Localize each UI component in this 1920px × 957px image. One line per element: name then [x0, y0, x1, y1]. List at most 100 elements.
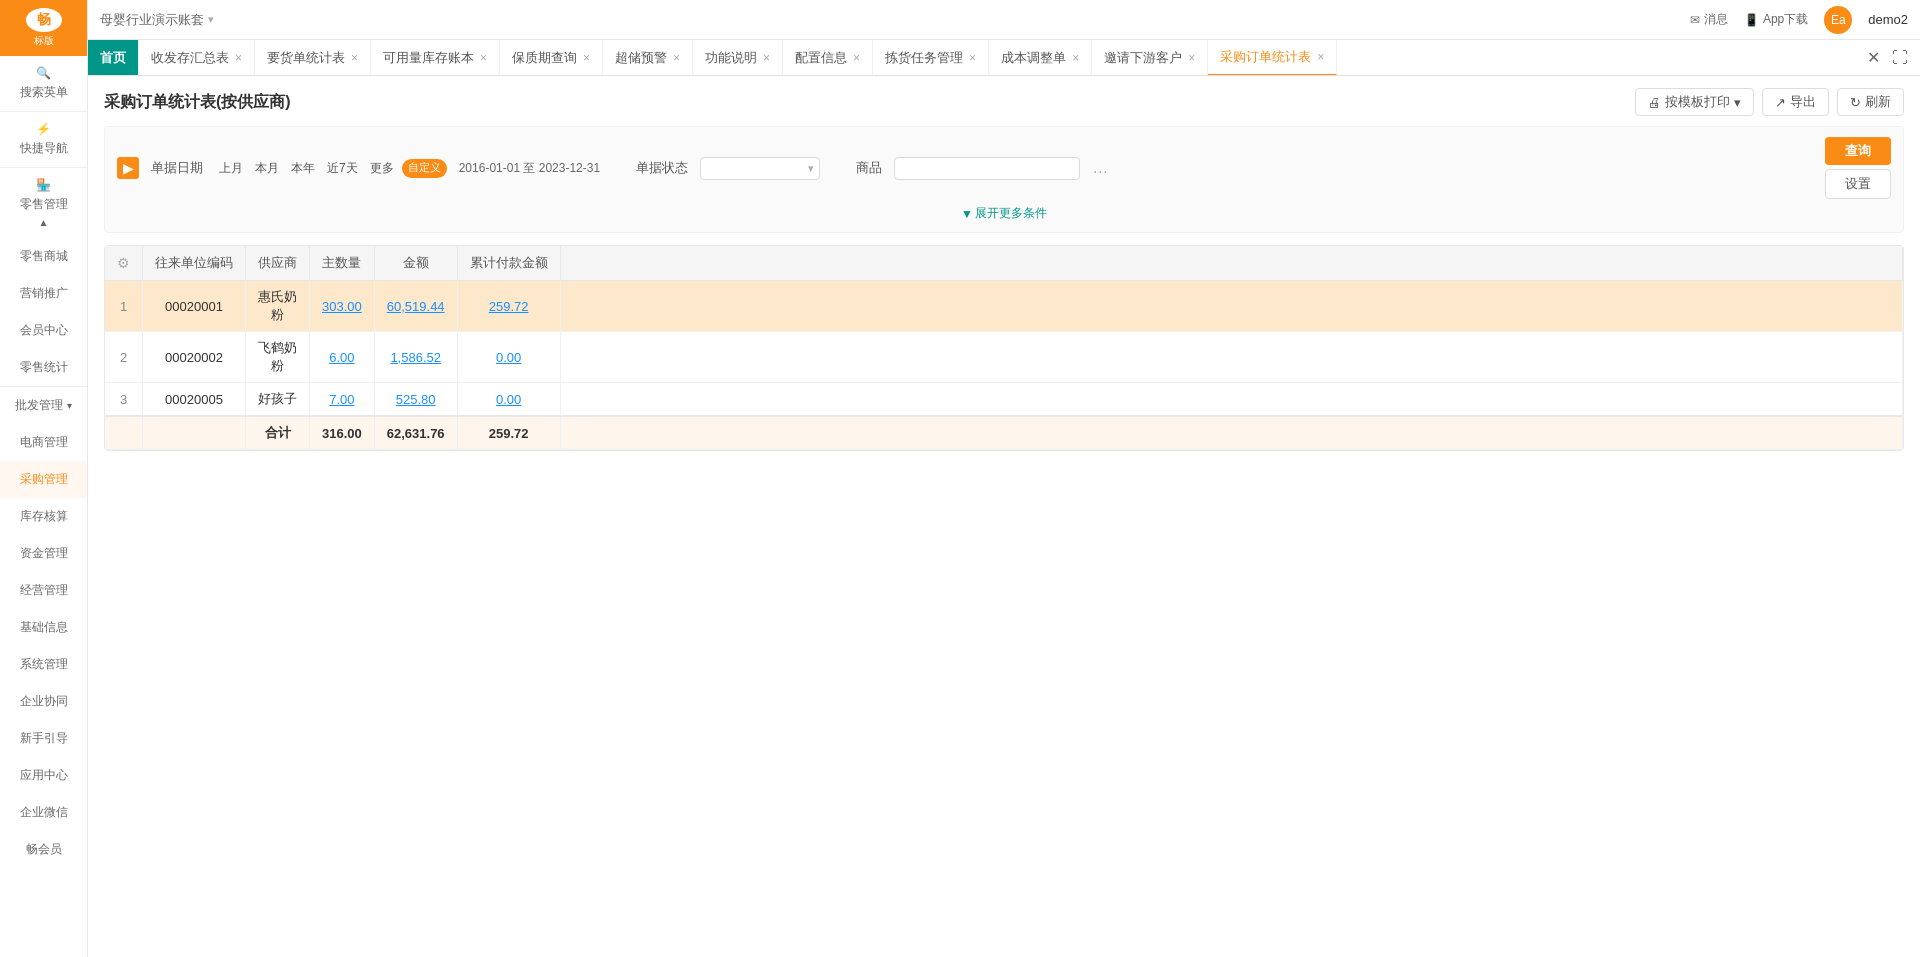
paid-value[interactable]: 259.72: [457, 281, 560, 332]
sidebar-item-retail-stats[interactable]: 零售统计: [0, 349, 87, 386]
tab-close-icon[interactable]: ×: [583, 52, 590, 64]
app-label: App下载: [1763, 11, 1808, 28]
tab-label: 可用量库存账本: [383, 49, 474, 67]
tab-close-icon[interactable]: ×: [351, 52, 358, 64]
tab-expiry-query[interactable]: 保质期查询 ×: [500, 40, 603, 76]
sidebar-item-operation[interactable]: 经营管理: [0, 572, 87, 609]
sidebar-item-search[interactable]: 🔍 搜索英单: [0, 56, 87, 112]
logo-icon: 畅: [26, 8, 62, 32]
filter-toggle-button[interactable]: ▶: [117, 157, 139, 179]
tab-receive-send[interactable]: 收发存汇总表 ×: [139, 40, 255, 76]
filter-more-icon[interactable]: …: [1092, 159, 1108, 177]
paid-value[interactable]: 0.00: [457, 332, 560, 383]
sidebar-item-finance[interactable]: 资金管理: [0, 535, 87, 572]
tab-close-icon[interactable]: ×: [853, 52, 860, 64]
close-tab-btn[interactable]: ✕: [1863, 46, 1884, 69]
app-download-button[interactable]: 📱 App下载: [1744, 11, 1808, 28]
sidebar-item-retail-mall[interactable]: 零售商城: [0, 238, 87, 275]
qty-value[interactable]: 7.00: [310, 383, 375, 417]
footer-empty: [143, 416, 246, 450]
tab-label: 拣货任务管理: [885, 49, 963, 67]
sidebar-item-retail[interactable]: 🏪 零售管理 ▲: [0, 168, 87, 238]
shortcut-this-month[interactable]: 本月: [251, 159, 283, 178]
sidebar-item-newbie[interactable]: 新手引导: [0, 720, 87, 757]
workspace-selector[interactable]: 母婴行业演示账套 ▾: [100, 11, 1682, 29]
shortcut-more[interactable]: 更多: [366, 159, 398, 178]
tab-close-icon[interactable]: ×: [235, 52, 242, 64]
tab-pick-task[interactable]: 拣货任务管理 ×: [873, 40, 989, 76]
status-select[interactable]: [700, 157, 820, 180]
topbar-right: ✉ 消息 📱 App下载 Ea demo2: [1690, 6, 1908, 34]
supplier-code: 00020005: [143, 383, 246, 417]
table-footer: 合计 316.00 62,631.76 259.72: [105, 416, 1903, 450]
app-logo: 畅 标版: [0, 0, 87, 56]
query-button[interactable]: 查询: [1825, 137, 1891, 165]
qty-value[interactable]: 6.00: [310, 332, 375, 383]
tab-close-icon[interactable]: ×: [1072, 52, 1079, 64]
shortcut-7days[interactable]: 近7天: [323, 159, 362, 178]
sidebar-item-label: 快捷导航: [20, 140, 68, 157]
username-label[interactable]: demo2: [1868, 12, 1908, 27]
maximize-tab-btn[interactable]: ⛶: [1888, 47, 1912, 69]
tab-close-icon[interactable]: ×: [763, 52, 770, 64]
tab-close-icon[interactable]: ×: [673, 52, 680, 64]
print-button[interactable]: 🖨 按模板打印 ▾: [1635, 88, 1754, 116]
sidebar-item-label: 系统管理: [20, 656, 68, 673]
tab-close-icon[interactable]: ×: [1317, 51, 1324, 63]
settings-button[interactable]: 设置: [1825, 169, 1891, 199]
sidebar-item-wechat[interactable]: 企业微信: [0, 794, 87, 831]
date-filter-label: 单据日期: [151, 159, 203, 177]
sidebar-item-ecommerce[interactable]: 电商管理: [0, 424, 87, 461]
sidebar-item-sys-mgmt[interactable]: 系统管理: [0, 646, 87, 683]
sidebar-item-label: 应用中心: [20, 767, 68, 784]
table-row[interactable]: 3 00020005 好孩子 7.00 525.80 0.00: [105, 383, 1903, 417]
sidebar-item-app-center[interactable]: 应用中心: [0, 757, 87, 794]
tab-close-icon[interactable]: ×: [969, 52, 976, 64]
table-row[interactable]: 1 00020001 惠氏奶粉 303.00 60,519.44 259.72: [105, 281, 1903, 332]
sidebar-item-purchase[interactable]: 采购管理: [0, 461, 87, 498]
tab-close-icon[interactable]: ×: [480, 52, 487, 64]
paid-value[interactable]: 0.00: [457, 383, 560, 417]
sidebar-item-member[interactable]: 会员中心: [0, 312, 87, 349]
tab-function-desc[interactable]: 功能说明 ×: [693, 40, 783, 76]
sidebar-item-enterprise[interactable]: 企业协同: [0, 683, 87, 720]
tab-invite-downstream[interactable]: 邀请下游客户 ×: [1092, 40, 1208, 76]
sidebar-item-vip[interactable]: 畅会员: [0, 831, 87, 868]
tab-home[interactable]: 首页: [88, 40, 139, 76]
sidebar-item-inventory[interactable]: 库存核算: [0, 498, 87, 535]
tab-overstock[interactable]: 超储预警 ×: [603, 40, 693, 76]
tab-inventory-account[interactable]: 可用量库存账本 ×: [371, 40, 500, 76]
extra-col: [560, 383, 1902, 417]
tab-label: 保质期查询: [512, 49, 577, 67]
shortcut-last-month[interactable]: 上月: [215, 159, 247, 178]
sidebar-item-wholesale[interactable]: 批发管理 ▾: [0, 387, 87, 424]
column-settings-icon[interactable]: ⚙: [117, 255, 130, 271]
supplier-code: 00020002: [143, 332, 246, 383]
amount-value[interactable]: 60,519.44: [374, 281, 457, 332]
sidebar-item-marketing[interactable]: 营销推广: [0, 275, 87, 312]
amount-value[interactable]: 525.80: [374, 383, 457, 417]
tab-cost-adjust[interactable]: 成本调整单 ×: [989, 40, 1092, 76]
message-button[interactable]: ✉ 消息: [1690, 11, 1728, 28]
shortcut-this-year[interactable]: 本年: [287, 159, 319, 178]
custom-date-badge[interactable]: 自定义: [402, 159, 447, 178]
footer-amount: 62,631.76: [374, 416, 457, 450]
tab-close-icon[interactable]: ×: [1188, 52, 1195, 64]
export-button[interactable]: ↗ 导出: [1762, 88, 1829, 116]
expand-more-button[interactable]: ▼ 展开更多条件: [961, 205, 1047, 222]
amount-value[interactable]: 1,586.52: [374, 332, 457, 383]
tab-purchase-summary[interactable]: 采购订单统计表 ×: [1208, 40, 1337, 76]
sidebar-item-label: 零售商城: [20, 248, 68, 265]
table-row[interactable]: 2 00020002 飞鹤奶粉 6.00 1,586.52 0.00: [105, 332, 1903, 383]
supplier-name: 惠氏奶粉: [246, 281, 310, 332]
sidebar-item-shortcut[interactable]: ⚡ 快捷导航: [0, 112, 87, 167]
goods-input[interactable]: [894, 157, 1080, 180]
tab-order-summary[interactable]: 要货单统计表 ×: [255, 40, 371, 76]
tab-label: 要货单统计表: [267, 49, 345, 67]
sidebar-item-basic-info[interactable]: 基础信息: [0, 609, 87, 646]
sidebar-item-label: 批发管理: [15, 397, 63, 414]
sidebar-item-label: 资金管理: [20, 545, 68, 562]
refresh-button[interactable]: ↻ 刷新: [1837, 88, 1904, 116]
tab-config-info[interactable]: 配置信息 ×: [783, 40, 873, 76]
qty-value[interactable]: 303.00: [310, 281, 375, 332]
